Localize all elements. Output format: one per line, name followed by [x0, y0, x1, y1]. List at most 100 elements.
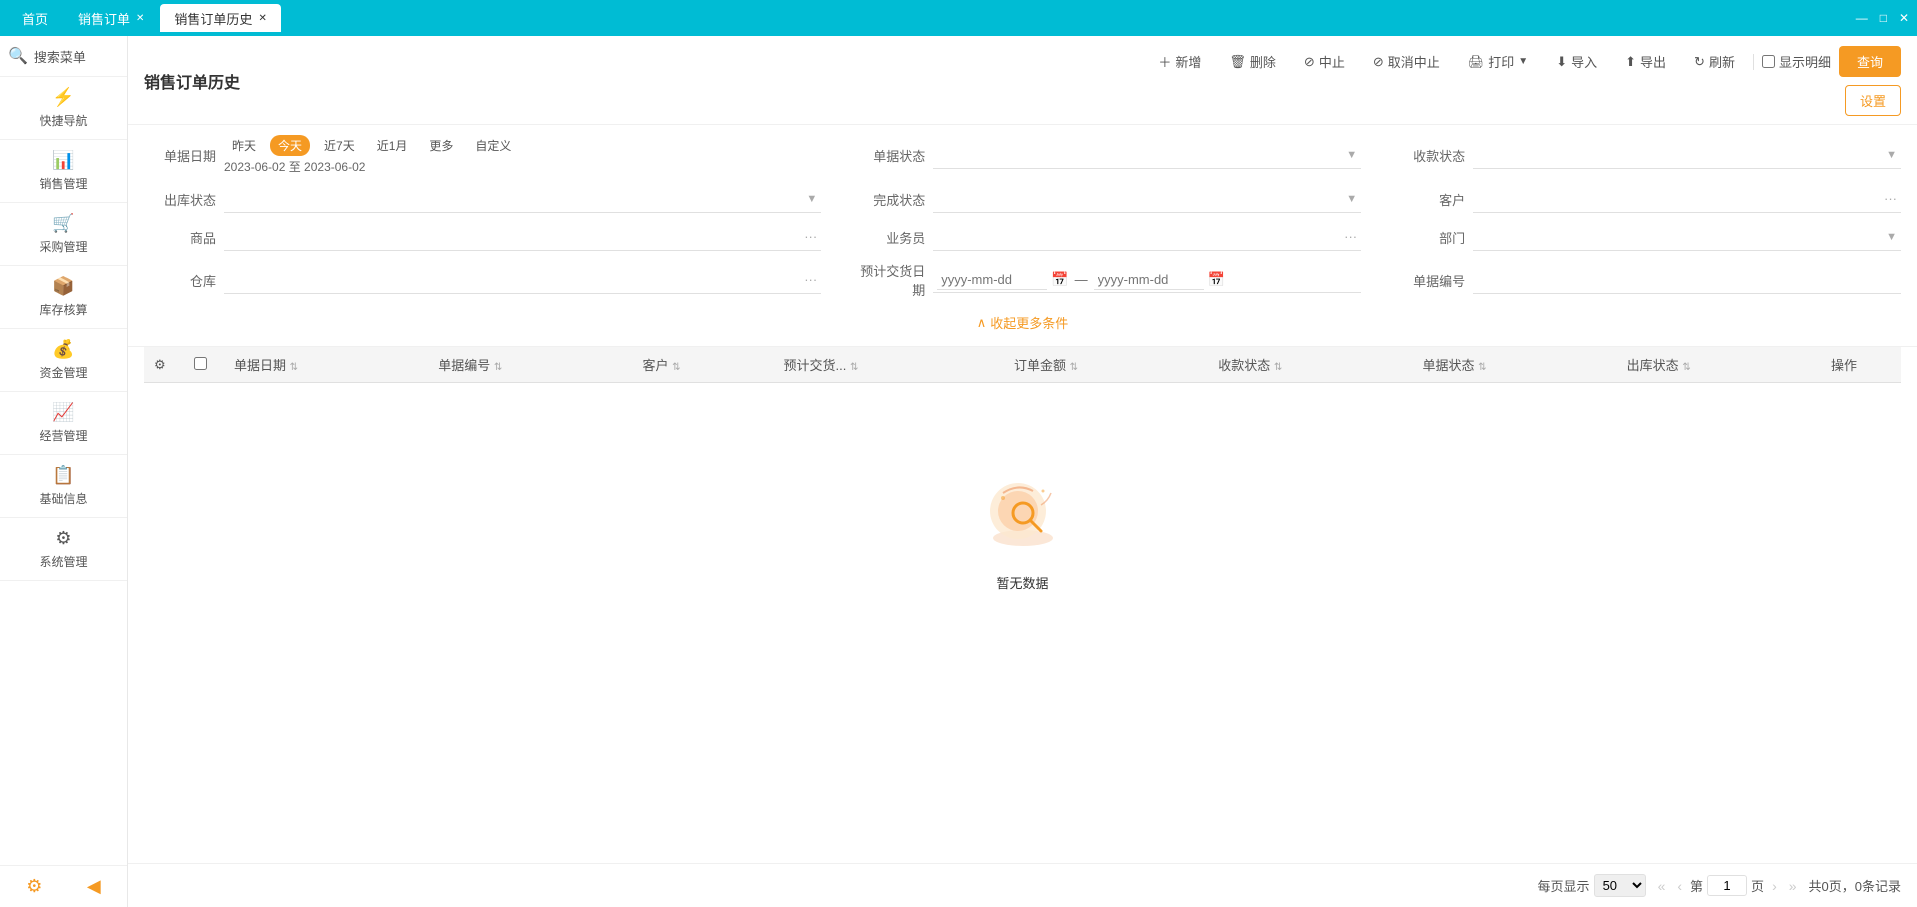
last-page-button[interactable]: »: [1785, 876, 1801, 896]
sidebar-item-label: 基础信息: [39, 490, 87, 507]
sidebar-item-label: 销售管理: [39, 175, 87, 192]
next-page-button[interactable]: ›: [1768, 876, 1781, 896]
complete-status-control[interactable]: ▼: [933, 185, 1361, 213]
window-minimize[interactable]: —: [1856, 11, 1868, 25]
top-bar: 首页 销售订单 ✕ 销售订单历史 ✕ — □ ✕: [0, 0, 1917, 36]
show-detail-checkbox-label[interactable]: 显示明细: [1762, 52, 1831, 71]
date-last7[interactable]: 近7天: [316, 135, 363, 156]
page-number-input[interactable]: [1707, 875, 1747, 896]
th-delivery-status[interactable]: 出库状态 ⇅: [1617, 347, 1821, 383]
toolbar-divider: [1753, 54, 1754, 70]
warehouse-control[interactable]: ···: [224, 266, 821, 294]
filter-goods: 商品 ···: [144, 223, 821, 251]
chevron-down-icon: ▼: [1886, 231, 1897, 243]
filter-row-2: 出库状态 ▼ 完成状态 ▼ 客户: [144, 185, 1901, 213]
select-all-checkbox[interactable]: [194, 357, 207, 370]
th-amount[interactable]: 订单金额 ⇅: [1004, 347, 1208, 383]
calendar-icon[interactable]: 📅: [1051, 271, 1068, 288]
dept-control[interactable]: ▼: [1473, 223, 1901, 251]
filter-date: 单据日期 昨天 今天 近7天 近1月 更多 自定义 2023-06-02 至 2…: [144, 135, 821, 175]
th-delivery-date[interactable]: 预计交货... ⇅: [773, 347, 1004, 383]
salesperson-label: 业务员: [853, 228, 933, 247]
date-more[interactable]: 更多: [421, 135, 461, 156]
th-settings[interactable]: ⚙: [144, 347, 184, 383]
sidebar-item-base-info[interactable]: 📋 基础信息: [0, 455, 127, 518]
tab-sales-history-label: 销售订单历史: [174, 9, 252, 28]
window-close[interactable]: ✕: [1899, 11, 1909, 25]
delivery-date-start[interactable]: [937, 270, 1047, 290]
cancel-stop-button[interactable]: ⊘ 取消中止: [1363, 48, 1450, 75]
stop-button[interactable]: ⊘ 中止: [1294, 48, 1355, 75]
finance-icon: 💰: [52, 339, 74, 360]
purchase-icon: 🛒: [52, 213, 74, 234]
filter-delivery-date: 预计交货日期 📅 — 📅: [853, 261, 1361, 299]
date-custom[interactable]: 自定义: [467, 135, 519, 156]
sidebar-collapse-icon[interactable]: ◀: [87, 876, 101, 897]
filter-area: 单据日期 昨天 今天 近7天 近1月 更多 自定义 2023-06-02 至 2…: [128, 125, 1917, 347]
th-date[interactable]: 单据日期 ⇅: [224, 347, 428, 383]
tab-sales-history-close[interactable]: ✕: [258, 13, 266, 24]
calendar-icon[interactable]: 📅: [1208, 271, 1225, 288]
window-maximize[interactable]: □: [1880, 11, 1887, 25]
print-button[interactable]: 🖨 打印 ▼: [1458, 48, 1538, 75]
sidebar-search[interactable]: 🔍 搜索菜单: [0, 36, 127, 77]
query-button[interactable]: 查询: [1839, 46, 1901, 77]
page-navigation: « ‹ 第 页 › »: [1654, 875, 1801, 896]
goods-control[interactable]: ···: [224, 223, 821, 251]
th-check[interactable]: [184, 347, 224, 383]
import-button[interactable]: ⬇ 导入: [1546, 48, 1607, 75]
empty-text: 暂无数据: [996, 573, 1048, 592]
sidebar-settings-icon[interactable]: ⚙: [26, 876, 42, 897]
filter-warehouse: 仓库 ···: [144, 266, 821, 294]
delivery-date-end[interactable]: [1094, 270, 1204, 290]
filter-row-4: 仓库 ··· 预计交货日期 📅 — 📅: [144, 261, 1901, 299]
collapse-more-bar[interactable]: ∧ 收起更多条件: [144, 309, 1901, 336]
payment-status-control[interactable]: ▼: [1473, 141, 1901, 169]
per-page-label: 每页显示: [1538, 876, 1590, 895]
date-yesterday[interactable]: 昨天: [224, 135, 264, 156]
th-payment-status[interactable]: 收款状态 ⇅: [1208, 347, 1412, 383]
per-page-select[interactable]: 20 50 100: [1594, 874, 1646, 897]
page-header: 销售订单历史 ＋ 新增 🗑 删除 ⊘ 中止: [128, 36, 1917, 125]
first-page-button[interactable]: «: [1654, 876, 1670, 896]
new-button[interactable]: ＋ 新增: [1148, 48, 1211, 75]
sort-icon: ⇅: [1682, 362, 1690, 373]
sidebar-item-sales-mgmt[interactable]: 📊 销售管理: [0, 140, 127, 203]
sort-icon: ⇅: [1274, 362, 1282, 373]
doc-status-control[interactable]: ▼: [933, 141, 1361, 169]
sidebar-item-quick-nav[interactable]: ⚡ 快捷导航: [0, 77, 127, 140]
date-today[interactable]: 今天: [270, 135, 310, 156]
show-detail-checkbox[interactable]: [1762, 55, 1775, 68]
th-doc-status[interactable]: 单据状态 ⇅: [1412, 347, 1616, 383]
tab-sales-history[interactable]: 销售订单历史 ✕: [160, 4, 280, 32]
tab-home[interactable]: 首页: [8, 4, 62, 32]
refresh-button[interactable]: ↻ 刷新: [1684, 48, 1745, 75]
export-button[interactable]: ⬆ 导出: [1615, 48, 1676, 75]
prev-page-button[interactable]: ‹: [1673, 876, 1686, 896]
th-no[interactable]: 单据编号 ⇅: [428, 347, 632, 383]
salesperson-control[interactable]: ···: [933, 223, 1361, 251]
sidebar-item-operations[interactable]: 📈 经营管理: [0, 392, 127, 455]
customer-control[interactable]: ···: [1473, 185, 1901, 213]
date-quick-select: 昨天 今天 近7天 近1月 更多 自定义: [224, 135, 821, 156]
more-icon: ···: [1344, 229, 1357, 244]
th-customer[interactable]: 客户 ⇅: [632, 347, 773, 383]
sidebar-item-purchase-mgmt[interactable]: 🛒 采购管理: [0, 203, 127, 266]
setting-button[interactable]: 设置: [1845, 85, 1901, 116]
sidebar-item-sys-mgmt[interactable]: ⚙ 系统管理: [0, 518, 127, 581]
sidebar-item-inventory[interactable]: 📦 库存核算: [0, 266, 127, 329]
tab-sales-order[interactable]: 销售订单 ✕: [64, 4, 158, 32]
tab-sales-order-close[interactable]: ✕: [136, 13, 144, 24]
empty-illustration: [973, 463, 1073, 563]
doc-no-control[interactable]: [1473, 266, 1901, 294]
sidebar-item-finance[interactable]: 💰 资金管理: [0, 329, 127, 392]
sidebar-item-label: 库存核算: [39, 301, 87, 318]
delivery-status-control[interactable]: ▼: [224, 185, 821, 213]
filter-dept: 部门 ▼: [1393, 223, 1901, 251]
filter-payment-status: 收款状态 ▼: [1393, 141, 1901, 169]
date-last1m[interactable]: 近1月: [369, 135, 416, 156]
toolbar: ＋ 新增 🗑 删除 ⊘ 中止 ⊘ 取消中止: [1148, 46, 1901, 77]
sort-icon: ⇅: [672, 362, 680, 373]
delete-button[interactable]: 🗑 删除: [1219, 48, 1286, 75]
goods-label: 商品: [144, 228, 224, 247]
